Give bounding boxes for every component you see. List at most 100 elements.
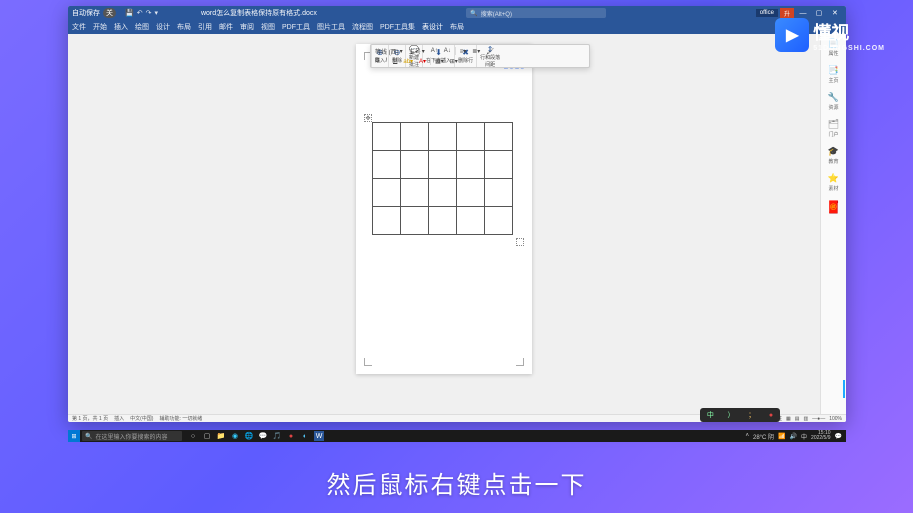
side-item-materials[interactable]: ⭐素材 (828, 173, 839, 192)
edge-icon[interactable]: ◉ (230, 431, 240, 441)
windows-taskbar: ⊞ 🔍 在这里输入你要搜索的内容 ○ ▢ 📁 ◉ 🌐 💬 🎵 ● ◐ W ˄ 2… (68, 430, 846, 442)
accent-decoration (843, 380, 845, 398)
taskbar-clock[interactable]: 15:10 2022/5/9 (811, 431, 830, 441)
music-icon[interactable]: 🎵 (272, 431, 282, 441)
ime-toolbar[interactable]: 中 ） ； ● (700, 408, 780, 422)
ime-symbol[interactable]: ； (745, 410, 758, 420)
tray-expand-icon[interactable]: ˄ (745, 433, 749, 439)
play-logo-icon: ▶ (775, 18, 809, 52)
restore-button[interactable]: ▢ (812, 8, 826, 18)
minimize-button[interactable]: — (796, 8, 810, 18)
gift-icon[interactable]: 🧧 (826, 200, 841, 214)
ribbon-tabs: 文件 开始 插入 绘图 设计 布局 引用 邮件 审阅 视图 PDF工具 图片工具… (68, 20, 846, 34)
office-badge: office (756, 9, 778, 17)
tab-insert[interactable]: 插入 (114, 22, 128, 32)
redo-icon[interactable]: ↷ (146, 9, 152, 17)
bullet-list-icon[interactable]: ≡▾ (458, 48, 469, 55)
tab-pdftools[interactable]: PDF工具 (282, 22, 310, 32)
ime-mode[interactable]: 中 (704, 410, 717, 420)
tab-layout[interactable]: 布局 (177, 22, 191, 32)
system-tray: ˄ 28°C 阴 📶 🔊 中 15:10 2022/5/9 💬 (745, 431, 846, 441)
increase-font-icon[interactable]: A↑ (429, 48, 440, 54)
autosave-toggle[interactable]: 关 (103, 8, 116, 18)
tab-references[interactable]: 引用 (198, 22, 212, 32)
italic-icon[interactable]: I (383, 58, 389, 64)
status-language[interactable]: 中文(中国) (130, 415, 153, 422)
tab-draw[interactable]: 绘图 (135, 22, 149, 32)
ime-settings[interactable]: ● (766, 412, 776, 419)
status-accessibility[interactable]: 辅助功能: 一切就绪 (159, 415, 202, 422)
tab-file[interactable]: 文件 (72, 22, 86, 32)
tab-view[interactable]: 视图 (261, 22, 275, 32)
tab-table-design[interactable]: 表设计 (422, 22, 443, 32)
undo-icon[interactable]: ↶ (137, 9, 143, 17)
notification-icon[interactable]: 💬 (835, 433, 842, 440)
font-color-icon[interactable]: A▾ (417, 58, 428, 65)
zoom-level[interactable]: 100% (829, 416, 842, 422)
start-button[interactable]: ⊞ (68, 430, 80, 442)
status-page[interactable]: 第 1 页，共 1 页 (72, 415, 108, 422)
tab-flowchart[interactable]: 流程图 (352, 22, 373, 32)
side-item-portal[interactable]: 🗂门户 (828, 119, 839, 138)
record-icon[interactable]: ● (286, 431, 296, 441)
qat-more-icon[interactable]: ▾ (154, 9, 158, 17)
upgrade-button[interactable]: 升 (780, 8, 794, 19)
network-icon[interactable]: 📶 (778, 433, 785, 440)
shading-icon[interactable]: ▦▾ (433, 58, 446, 65)
tab-table-layout[interactable]: 布局 (450, 22, 464, 32)
side-item-education[interactable]: 🎓教育 (828, 146, 839, 165)
word-taskbar-icon[interactable]: W (314, 431, 324, 441)
word-app-window: 自动保存 关 💾 ↶ ↷ ▾ word怎么复制表格保持原有格式.docx 🔍 搜… (68, 6, 846, 422)
brand-logo: ▶ 懂视 51DONGSHI.COM (775, 18, 885, 52)
document-canvas[interactable]: 2019 ✥ (68, 34, 820, 414)
browser-icon[interactable]: 🌐 (244, 431, 254, 441)
taskview-icon[interactable]: ▢ (202, 431, 212, 441)
side-item-resources[interactable]: 🔧资源 (828, 92, 839, 111)
font-family-select[interactable]: 等线 (西) ▾ (373, 47, 405, 56)
search-icon: 🔍 (470, 10, 477, 17)
format-painter-icon[interactable]: 🖌 (484, 48, 496, 55)
bold-icon[interactable]: B (373, 58, 381, 64)
tab-design[interactable]: 设计 (156, 22, 170, 32)
decrease-font-icon[interactable]: A↓ (442, 48, 453, 54)
underline-icon[interactable]: U (391, 58, 399, 64)
number-list-icon[interactable]: ≣▾ (470, 48, 482, 55)
explorer-icon[interactable]: 📁 (216, 431, 226, 441)
status-insert-mode[interactable]: 插入 (114, 415, 124, 422)
volume-icon[interactable]: 🔊 (790, 433, 797, 440)
close-button[interactable]: ✕ (828, 8, 842, 18)
star-icon: ⭐ (828, 173, 839, 184)
autosave-label: 自动保存 (72, 8, 100, 18)
font-size-select[interactable]: 五号 ▾ (407, 47, 427, 56)
margin-corner-icon (516, 358, 524, 366)
tab-home[interactable]: 开始 (93, 22, 107, 32)
highlight-icon[interactable]: ab▾ (401, 58, 415, 65)
wechat-icon[interactable]: 💬 (258, 431, 268, 441)
ime-tray-icon[interactable]: 中 (801, 432, 807, 441)
taskbar-search[interactable]: 🔍 在这里输入你要搜索的内容 (82, 431, 182, 441)
table-move-handle-icon[interactable]: ✥ (364, 114, 372, 122)
tab-pdf-toolset[interactable]: PDF工具集 (380, 22, 415, 32)
portal-icon: 🗂 (828, 119, 839, 130)
document-title: word怎么复制表格保持原有格式.docx (201, 8, 317, 18)
table-resize-handle-icon[interactable] (516, 238, 524, 246)
tab-mailings[interactable]: 邮件 (219, 22, 233, 32)
view-read-icon[interactable]: ▤ (795, 416, 800, 422)
document-table[interactable] (372, 122, 513, 235)
search-placeholder: 搜索(Alt+Q) (481, 9, 512, 18)
view-web-icon[interactable]: ▥ (803, 416, 808, 422)
tab-review[interactable]: 审阅 (240, 22, 254, 32)
quick-access-toolbar: 💾 ↶ ↷ ▾ (125, 9, 158, 17)
app-icon[interactable]: ◐ (300, 431, 310, 441)
tab-picture-tools[interactable]: 图片工具 (317, 22, 345, 32)
zoom-slider[interactable]: —●— (812, 416, 825, 422)
cortana-icon[interactable]: ○ (188, 431, 198, 441)
weather-widget[interactable]: 28°C 阴 (753, 432, 774, 441)
view-print-icon[interactable]: ▦ (786, 416, 791, 422)
save-icon[interactable]: 💾 (125, 9, 134, 17)
search-box[interactable]: 🔍 搜索(Alt+Q) (466, 8, 606, 18)
ime-punct[interactable]: ） (725, 410, 738, 420)
side-item-home[interactable]: 📑主页 (828, 65, 839, 84)
education-icon: 🎓 (828, 146, 839, 157)
border-icon[interactable]: ⊞▾ (448, 58, 460, 65)
